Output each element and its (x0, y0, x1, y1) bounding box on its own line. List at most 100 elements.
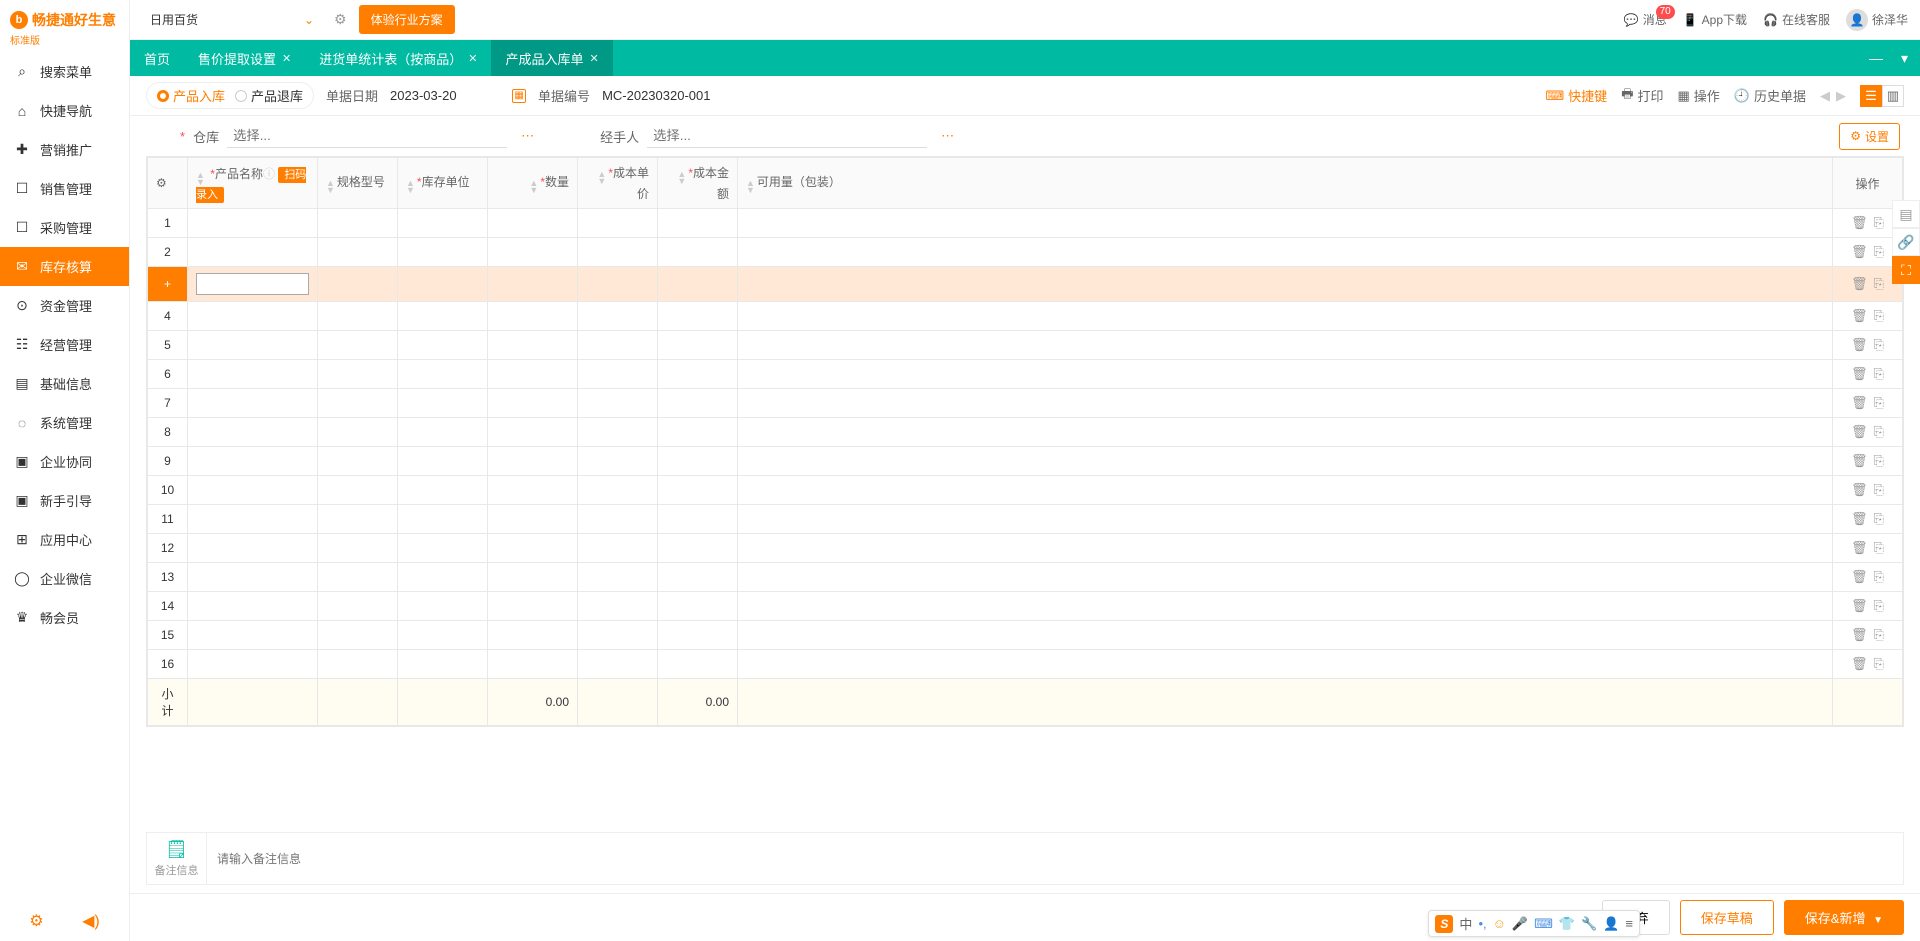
float-link-icon[interactable]: 🔗 (1892, 228, 1920, 256)
cell-spec[interactable] (318, 238, 398, 267)
sidebar-item-14[interactable]: ♛畅会员 (0, 598, 129, 637)
sidebar-item-6[interactable]: ⊙资金管理 (0, 286, 129, 325)
cell-amount[interactable] (658, 563, 738, 592)
cell-price[interactable] (578, 563, 658, 592)
sidebar-item-0[interactable]: ⌕搜索菜单 (0, 52, 129, 91)
cell-spec[interactable] (318, 447, 398, 476)
message-button[interactable]: 💬 消息 70 (1624, 11, 1667, 28)
col-unit[interactable]: ▲▼*库存单位 (398, 158, 488, 209)
more-icon[interactable]: ⋯ (515, 128, 540, 144)
table-row[interactable]: 11🗑⎘ (148, 505, 1903, 534)
cell-spec[interactable] (318, 302, 398, 331)
copy-row-icon[interactable]: ⎘ (1874, 337, 1884, 352)
cell-avail[interactable] (738, 534, 1833, 563)
cell-price[interactable] (578, 238, 658, 267)
cell-price[interactable] (578, 592, 658, 621)
cell-avail[interactable] (738, 592, 1833, 621)
cell-spec[interactable] (318, 267, 398, 302)
print-button[interactable]: 🖶 打印 (1621, 85, 1663, 107)
add-row-icon[interactable]: + (160, 276, 176, 292)
copy-row-icon[interactable]: ⎘ (1874, 569, 1884, 584)
cell-price[interactable] (578, 331, 658, 360)
table-row[interactable]: +🗑⎘ (148, 267, 1903, 302)
table-row[interactable]: 12🗑⎘ (148, 534, 1903, 563)
col-amount[interactable]: ▲▼*成本金额 (658, 158, 738, 209)
cell-name[interactable] (188, 447, 318, 476)
delete-row-icon[interactable]: 🗑 (1851, 244, 1868, 259)
cell-amount[interactable] (658, 650, 738, 679)
cell-spec[interactable] (318, 476, 398, 505)
experience-button[interactable]: 体验行业方案 (359, 5, 455, 34)
cell-name[interactable] (188, 534, 318, 563)
cell-unit[interactable] (398, 209, 488, 238)
cell-avail[interactable] (738, 302, 1833, 331)
table-row[interactable]: 16🗑⎘ (148, 650, 1903, 679)
collapse-icon[interactable]: ◀) (82, 911, 100, 931)
close-icon[interactable]: ✕ (590, 52, 599, 65)
cell-spec[interactable] (318, 360, 398, 389)
cell-avail[interactable] (738, 650, 1833, 679)
sidebar-item-2[interactable]: ✚营销推广 (0, 130, 129, 169)
copy-row-icon[interactable]: ⎘ (1874, 244, 1884, 259)
cell-unit[interactable] (398, 650, 488, 679)
ime-toolbar[interactable]: S 中 •, ☺ 🎤 ⌨ 👕 🔧 👤 ≡ (1428, 910, 1640, 937)
cell-avail[interactable] (738, 476, 1833, 505)
cell-spec[interactable] (318, 331, 398, 360)
cell-avail[interactable] (738, 238, 1833, 267)
copy-row-icon[interactable]: ⎘ (1874, 627, 1884, 642)
delete-row-icon[interactable]: 🗑 (1851, 276, 1868, 291)
table-row[interactable]: 5🗑⎘ (148, 331, 1903, 360)
cell-price[interactable] (578, 534, 658, 563)
cell-name[interactable] (188, 267, 318, 302)
cell-unit[interactable] (398, 563, 488, 592)
table-row[interactable]: 2🗑⎘ (148, 238, 1903, 267)
cell-unit[interactable] (398, 592, 488, 621)
sidebar-item-13[interactable]: ◯企业微信 (0, 559, 129, 598)
cell-qty[interactable] (488, 331, 578, 360)
cell-amount[interactable] (658, 534, 738, 563)
cell-name[interactable] (188, 331, 318, 360)
cell-avail[interactable] (738, 418, 1833, 447)
cell-amount[interactable] (658, 447, 738, 476)
cell-qty[interactable] (488, 267, 578, 302)
col-config[interactable]: ⚙ (148, 158, 188, 209)
cell-spec[interactable] (318, 418, 398, 447)
app-download-button[interactable]: 📱 App下载 (1683, 11, 1747, 28)
cell-qty[interactable] (488, 238, 578, 267)
cell-spec[interactable] (318, 534, 398, 563)
table-row[interactable]: 13🗑⎘ (148, 563, 1903, 592)
copy-row-icon[interactable]: ⎘ (1874, 424, 1884, 439)
tab-1[interactable]: 售价提取设置✕ (184, 40, 305, 76)
more-icon[interactable]: ⋯ (935, 128, 960, 144)
cell-avail[interactable] (738, 563, 1833, 592)
table-row[interactable]: 9🗑⎘ (148, 447, 1903, 476)
view-list-button[interactable]: ☰ (1860, 85, 1882, 107)
view-card-button[interactable]: ▥ (1882, 85, 1904, 107)
cell-qty[interactable] (488, 447, 578, 476)
category-dropdown[interactable]: 日用百货 ⌄ (142, 7, 322, 32)
cell-avail[interactable] (738, 267, 1833, 302)
col-qty[interactable]: ▲▼*数量 (488, 158, 578, 209)
copy-row-icon[interactable]: ⎘ (1874, 453, 1884, 468)
cell-amount[interactable] (658, 360, 738, 389)
cell-name[interactable] (188, 592, 318, 621)
shortcut-button[interactable]: ⌨ 快捷键 (1545, 86, 1607, 105)
delete-row-icon[interactable]: 🗑 (1851, 337, 1868, 352)
copy-row-icon[interactable]: ⎘ (1874, 308, 1884, 323)
cell-unit[interactable] (398, 418, 488, 447)
settings-icon[interactable]: ⚙ (29, 911, 43, 931)
cell-avail[interactable] (738, 621, 1833, 650)
delete-row-icon[interactable]: 🗑 (1851, 424, 1868, 439)
cell-spec[interactable] (318, 592, 398, 621)
sidebar-item-1[interactable]: ⌂快捷导航 (0, 91, 129, 130)
cell-spec[interactable] (318, 650, 398, 679)
cell-avail[interactable] (738, 505, 1833, 534)
user-menu[interactable]: 👤 徐泽华 (1846, 9, 1908, 31)
cell-spec[interactable] (318, 505, 398, 534)
cell-price[interactable] (578, 267, 658, 302)
cell-amount[interactable] (658, 331, 738, 360)
cell-name[interactable] (188, 476, 318, 505)
table-row[interactable]: 7🗑⎘ (148, 389, 1903, 418)
cell-amount[interactable] (658, 302, 738, 331)
cell-unit[interactable] (398, 238, 488, 267)
